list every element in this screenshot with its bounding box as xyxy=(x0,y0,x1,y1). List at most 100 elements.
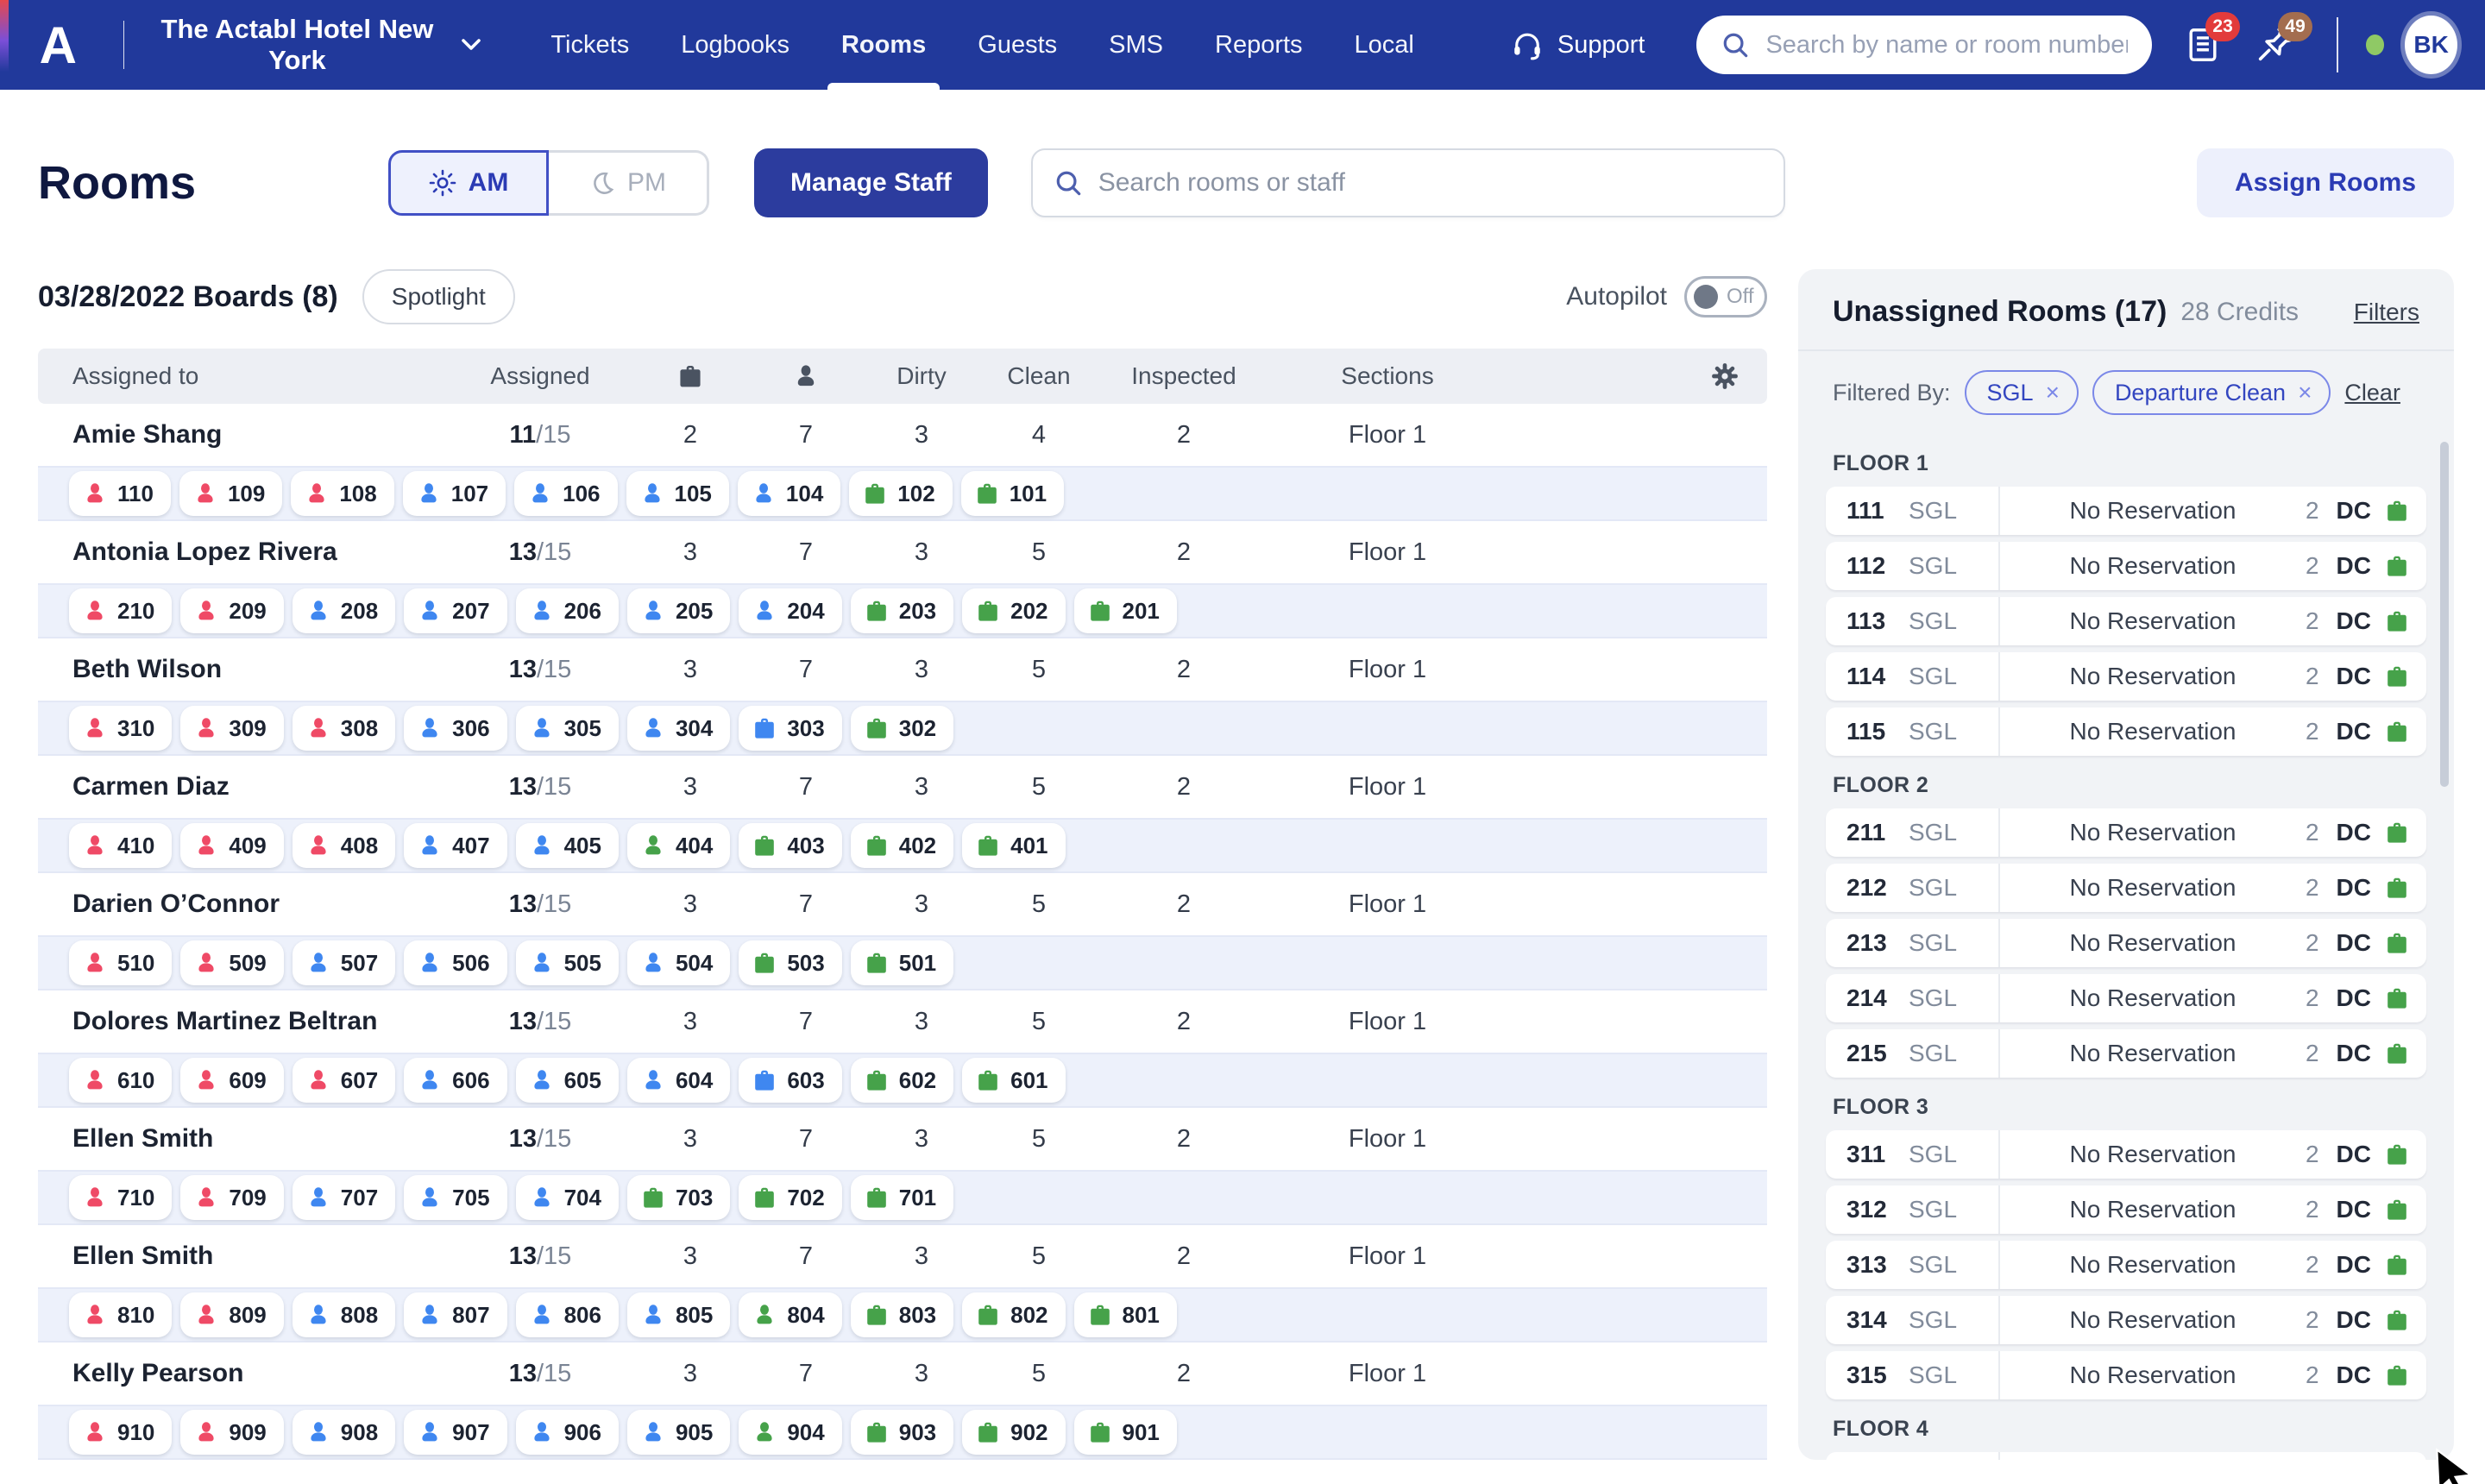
staff-stats-row[interactable]: Darien O’Connor 13/15 3 7 3 5 2 Floor 1 xyxy=(38,873,1767,935)
room-chip[interactable]: 202 xyxy=(962,588,1066,633)
room-chip[interactable]: 909 xyxy=(180,1410,284,1455)
unassigned-room-row[interactable]: 315 SGL No Reservation 2 DC xyxy=(1826,1351,2426,1399)
global-search-input[interactable] xyxy=(1765,30,2128,60)
nav-item-rooms[interactable]: Rooms xyxy=(827,0,941,90)
actabl-logo[interactable]: A xyxy=(10,16,106,75)
room-chip[interactable]: 105 xyxy=(626,471,729,516)
staff-stats-row[interactable]: Ellen Smith 13/15 3 7 3 5 2 Floor 1 xyxy=(38,1225,1767,1287)
unassigned-room-row[interactable]: 211 SGL No Reservation 2 DC xyxy=(1826,808,2426,857)
room-chip[interactable]: 104 xyxy=(737,471,841,516)
room-chip[interactable]: 701 xyxy=(850,1175,954,1220)
room-chip[interactable]: 703 xyxy=(626,1175,731,1220)
assign-rooms-button[interactable]: Assign Rooms xyxy=(2196,148,2454,217)
spotlight-button[interactable]: Spotlight xyxy=(362,269,515,324)
room-chip[interactable]: 504 xyxy=(626,940,731,985)
nav-item-logbooks[interactable]: Logbooks xyxy=(681,0,790,90)
rooms-staff-search[interactable] xyxy=(1030,148,1785,217)
unassigned-room-row[interactable]: 311 SGL No Reservation 2 DC xyxy=(1826,1130,2426,1179)
room-chip[interactable]: 401 xyxy=(962,823,1066,868)
room-chip[interactable]: 906 xyxy=(515,1410,619,1455)
room-chip[interactable]: 410 xyxy=(69,823,173,868)
room-chip[interactable]: 803 xyxy=(850,1292,954,1337)
nav-item-guests[interactable]: Guests xyxy=(978,0,1057,90)
clear-filters-link[interactable]: Clear xyxy=(2344,380,2400,406)
room-chip[interactable]: 305 xyxy=(515,706,619,751)
room-chip[interactable]: 206 xyxy=(515,588,619,633)
pinned-items-button[interactable]: 49 xyxy=(2254,12,2313,71)
unassigned-room-row[interactable]: 112 SGL No Reservation 2 DC xyxy=(1826,542,2426,590)
room-chip[interactable]: 107 xyxy=(402,471,506,516)
room-chip[interactable]: 210 xyxy=(69,588,173,633)
unassigned-room-row[interactable]: 114 SGL No Reservation 2 DC xyxy=(1826,652,2426,701)
nav-item-local[interactable]: Local xyxy=(1355,0,1414,90)
close-icon[interactable]: × xyxy=(2046,379,2060,406)
room-chip[interactable]: 408 xyxy=(292,823,396,868)
nav-item-reports[interactable]: Reports xyxy=(1215,0,1303,90)
room-chip[interactable]: 110 xyxy=(69,471,171,516)
rooms-staff-search-input[interactable] xyxy=(1098,168,1763,198)
room-chip[interactable]: 805 xyxy=(626,1292,731,1337)
room-chip[interactable]: 510 xyxy=(69,940,173,985)
nav-item-tickets[interactable]: Tickets xyxy=(550,0,629,90)
room-chip[interactable]: 607 xyxy=(292,1058,396,1103)
room-chip[interactable]: 506 xyxy=(404,940,507,985)
room-chip[interactable]: 509 xyxy=(180,940,284,985)
room-chip[interactable]: 203 xyxy=(850,588,954,633)
room-chip[interactable]: 605 xyxy=(515,1058,619,1103)
unassigned-room-row[interactable]: 312 SGL No Reservation 2 DC xyxy=(1826,1185,2426,1234)
room-chip[interactable]: 707 xyxy=(292,1175,396,1220)
am-segment[interactable]: AM xyxy=(388,150,549,216)
unassigned-room-row[interactable]: 314 SGL No Reservation 2 DC xyxy=(1826,1296,2426,1344)
room-chip[interactable]: 108 xyxy=(291,471,394,516)
hotel-selector[interactable]: The Actabl Hotel New York xyxy=(148,14,481,76)
room-chip[interactable]: 705 xyxy=(404,1175,507,1220)
room-chip[interactable]: 904 xyxy=(739,1410,842,1455)
room-chip[interactable]: 601 xyxy=(962,1058,1066,1103)
room-chip[interactable]: 802 xyxy=(962,1292,1066,1337)
room-chip[interactable]: 602 xyxy=(850,1058,954,1103)
room-chip[interactable]: 409 xyxy=(180,823,284,868)
room-chip[interactable]: 910 xyxy=(69,1410,173,1455)
filter-chip-sgl[interactable]: SGL × xyxy=(1964,370,2079,415)
staff-stats-row[interactable]: Amie Shang 11/15 2 7 3 4 2 Floor 1 xyxy=(38,404,1767,466)
unassigned-room-row[interactable]: 213 SGL No Reservation 2 DC xyxy=(1826,919,2426,967)
room-chip[interactable]: 303 xyxy=(739,706,842,751)
autopilot-toggle[interactable]: Off xyxy=(1684,276,1767,318)
room-chip[interactable]: 309 xyxy=(180,706,284,751)
unassigned-room-row[interactable]: 115 SGL No Reservation 2 DC xyxy=(1826,707,2426,756)
staff-stats-row[interactable]: Ellen Smith 13/15 3 7 3 5 2 Floor 1 xyxy=(38,1108,1767,1170)
room-chip[interactable]: 709 xyxy=(180,1175,284,1220)
logbook-notifications-button[interactable]: 23 xyxy=(2183,12,2241,71)
room-chip[interactable]: 704 xyxy=(515,1175,619,1220)
staff-stats-row[interactable]: Dolores Martinez Beltran 13/15 3 7 3 5 2… xyxy=(38,990,1767,1053)
unassigned-room-row[interactable]: 111 SGL No Reservation 2 DC xyxy=(1826,487,2426,535)
table-settings-gear-icon[interactable] xyxy=(1670,362,1767,391)
unassigned-room-row[interactable]: 113 SGL No Reservation 2 DC xyxy=(1826,597,2426,645)
room-chip[interactable]: 905 xyxy=(626,1410,731,1455)
room-chip[interactable]: 306 xyxy=(404,706,507,751)
room-chip[interactable]: 102 xyxy=(849,471,953,516)
room-chip[interactable]: 101 xyxy=(960,471,1065,516)
unassigned-room-row[interactable]: 313 SGL No Reservation 2 DC xyxy=(1826,1241,2426,1289)
room-chip[interactable]: 901 xyxy=(1073,1410,1177,1455)
room-chip[interactable]: 403 xyxy=(739,823,842,868)
room-chip[interactable]: 205 xyxy=(626,588,731,633)
room-chip[interactable]: 109 xyxy=(179,471,283,516)
room-chip[interactable]: 806 xyxy=(515,1292,619,1337)
room-chip[interactable]: 710 xyxy=(69,1175,173,1220)
staff-stats-row[interactable]: Kelly Pearson 13/15 3 7 3 5 2 Floor 1 xyxy=(38,1343,1767,1405)
room-chip[interactable]: 702 xyxy=(739,1175,842,1220)
global-search[interactable] xyxy=(1696,16,2152,74)
room-chip[interactable]: 804 xyxy=(739,1292,842,1337)
room-chip[interactable]: 604 xyxy=(626,1058,731,1103)
filters-link[interactable]: Filters xyxy=(2354,299,2419,326)
room-chip[interactable]: 603 xyxy=(739,1058,842,1103)
room-chip[interactable]: 405 xyxy=(515,823,619,868)
room-chip[interactable]: 809 xyxy=(180,1292,284,1337)
unassigned-room-row[interactable]: 411SGLNo Reservation2DC xyxy=(1826,1452,2426,1460)
room-chip[interactable]: 907 xyxy=(404,1410,507,1455)
staff-stats-row[interactable]: Carmen Diaz 13/15 3 7 3 5 2 Floor 1 xyxy=(38,756,1767,818)
room-chip[interactable]: 507 xyxy=(292,940,396,985)
room-chip[interactable]: 606 xyxy=(404,1058,507,1103)
room-chip[interactable]: 207 xyxy=(404,588,507,633)
